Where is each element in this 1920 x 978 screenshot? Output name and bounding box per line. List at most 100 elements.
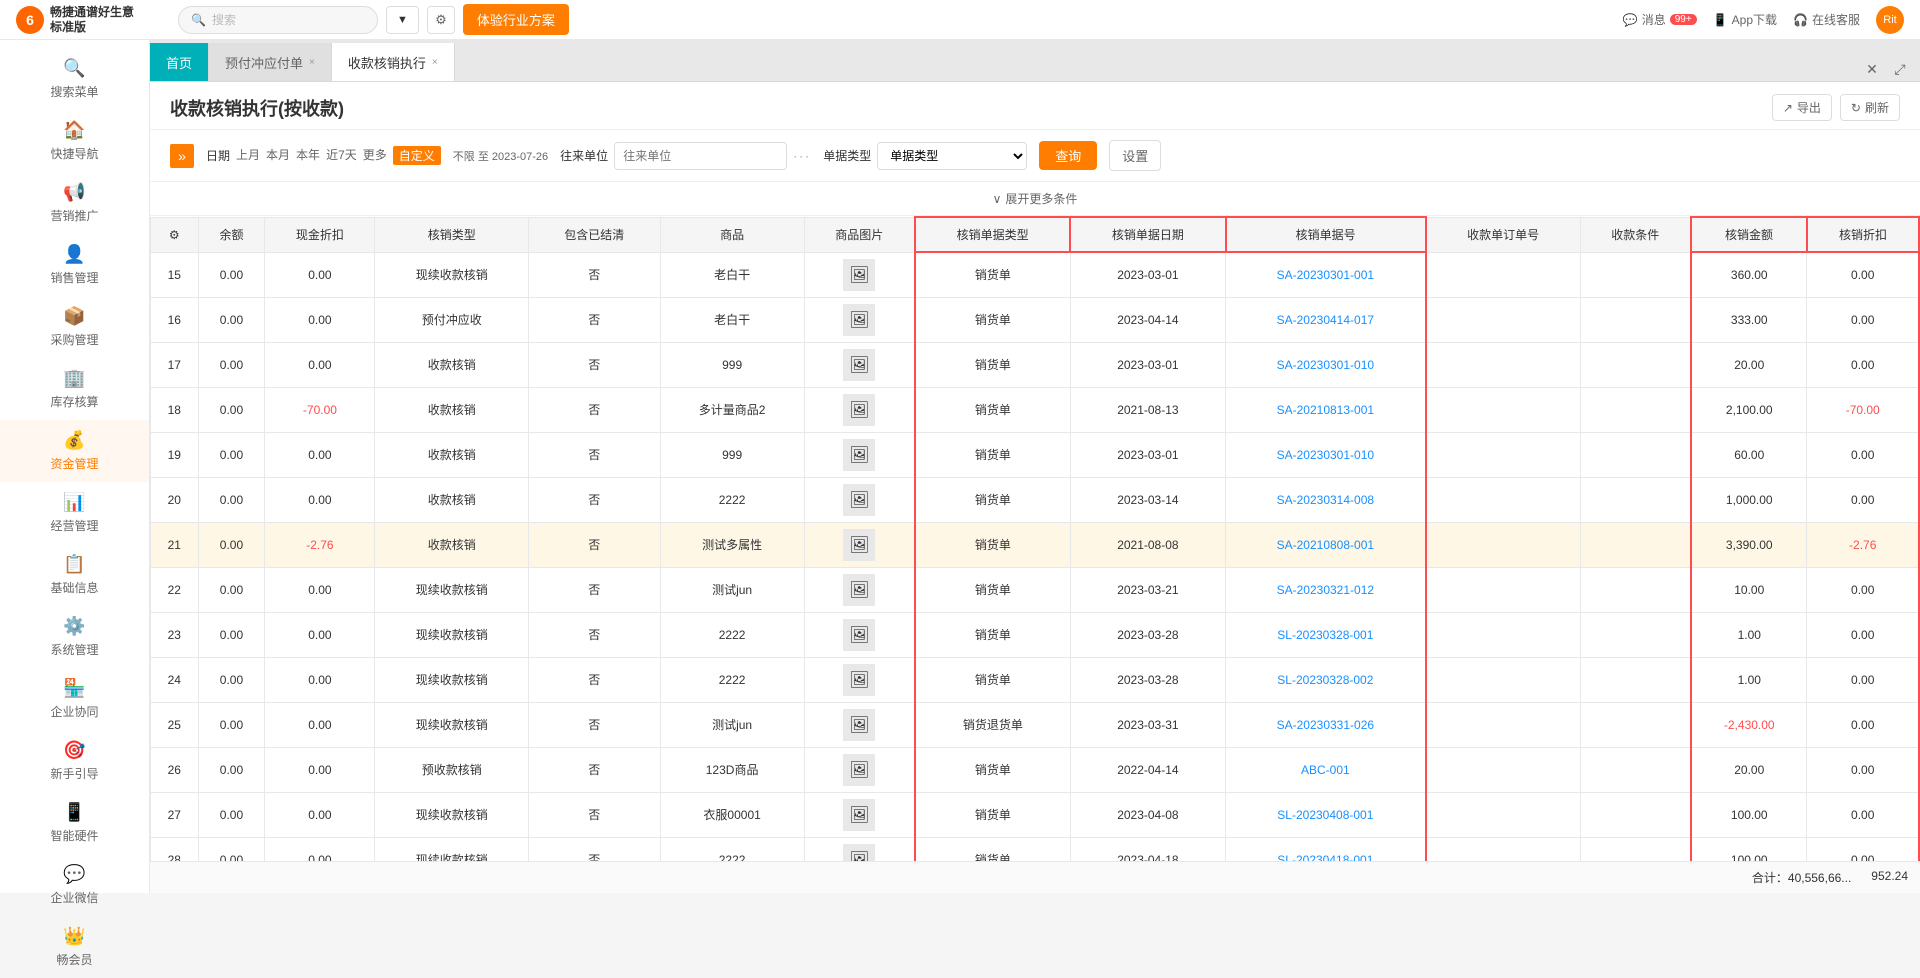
cell-cash-discount: 0.00 xyxy=(265,297,375,342)
query-btn[interactable]: 查询 xyxy=(1039,141,1097,170)
cell-cancel-bill-date: 2023-03-28 xyxy=(1070,657,1225,702)
cell-cash-discount: 0.00 xyxy=(265,612,375,657)
sidebar-item-finance[interactable]: 💰 资金管理 xyxy=(0,420,149,482)
cell-include-settled: 否 xyxy=(528,747,660,792)
filter-setting-btn[interactable]: 设置 xyxy=(1109,140,1161,171)
cell-goods-img: 🖼 xyxy=(804,522,915,567)
cell-cancel-amount: 100.00 xyxy=(1691,792,1807,837)
cell-cancel-amount: 2,100.00 xyxy=(1691,387,1807,432)
cell-cancel-bill-no[interactable]: SL-20230328-001 xyxy=(1226,612,1426,657)
sidebar-item-business[interactable]: 📊 经营管理 xyxy=(0,482,149,544)
export-btn[interactable]: ↗ 导出 xyxy=(1772,94,1832,121)
th-settings[interactable]: ⚙ xyxy=(151,217,199,252)
cell-cancel-bill-date: 2023-04-08 xyxy=(1070,792,1225,837)
date-this-year[interactable]: 本年 xyxy=(296,146,320,165)
sidebar-item-quicknav[interactable]: 🏠 快捷导航 xyxy=(0,110,149,172)
cell-cancel-bill-no[interactable]: SA-20210808-001 xyxy=(1226,522,1426,567)
sidebar-item-system[interactable]: ⚙️ 系统管理 xyxy=(0,606,149,668)
cell-cash-discount: -2.76 xyxy=(265,522,375,567)
sidebar-item-sales[interactable]: 👤 销售管理 xyxy=(0,234,149,296)
app-download-btn[interactable]: 📱 App下载 xyxy=(1713,11,1777,28)
cell-cash-discount: 0.00 xyxy=(265,657,375,702)
cell-cancel-bill-no[interactable]: SA-20230414-017 xyxy=(1226,297,1426,342)
expand-btn[interactable]: ∨ 展开更多条件 xyxy=(981,186,1090,211)
cell-cash-discount: -70.00 xyxy=(265,387,375,432)
sidebar-item-purchase[interactable]: 📦 采购管理 xyxy=(0,296,149,358)
cell-num: 26 xyxy=(151,747,199,792)
cell-cancel-bill-no[interactable]: SL-20230328-002 xyxy=(1226,657,1426,702)
cell-num: 17 xyxy=(151,342,199,387)
cell-receipt-condition xyxy=(1580,567,1691,612)
search-input[interactable]: 🔍 搜索 xyxy=(178,6,378,34)
cell-cancel-bill-no[interactable]: SA-20230301-010 xyxy=(1226,342,1426,387)
cell-cancel-bill-type: 销货单 xyxy=(915,342,1070,387)
smarthw-icon: 📱 xyxy=(63,802,85,823)
cell-cancel-bill-no[interactable]: SA-20230301-010 xyxy=(1226,432,1426,477)
cell-cancel-bill-no[interactable]: SA-20210813-001 xyxy=(1226,387,1426,432)
cell-cancel-bill-no[interactable]: ABC-001 xyxy=(1226,747,1426,792)
tab-prepay[interactable]: 预付冲应付单 × xyxy=(209,43,332,81)
date-this-month[interactable]: 本月 xyxy=(266,146,290,165)
cell-goods-img: 🖼 xyxy=(804,342,915,387)
settings-gear-btn[interactable]: ⚙ xyxy=(427,6,455,34)
cell-cancel-bill-no[interactable]: SL-20230418-001 xyxy=(1226,837,1426,861)
partner-input[interactable] xyxy=(614,142,787,170)
refresh-btn[interactable]: ↻ 刷新 xyxy=(1840,94,1900,121)
cell-goods: 老白干 xyxy=(660,252,804,297)
cell-num: 16 xyxy=(151,297,199,342)
cell-cancel-bill-type: 销货单 xyxy=(915,297,1070,342)
tab-bar: 首页 预付冲应付单 × 收款核销执行 × ✕ ⤢ xyxy=(150,40,1920,82)
cell-cancel-bill-type: 销货单 xyxy=(915,522,1070,567)
tab-receipt-cancel-close[interactable]: × xyxy=(432,57,438,68)
tab-prepay-close[interactable]: × xyxy=(309,57,315,68)
date-custom[interactable]: 自定义 xyxy=(393,146,441,165)
cell-cancel-bill-no[interactable]: SA-20230314-008 xyxy=(1226,477,1426,522)
basic-icon: 📋 xyxy=(63,554,85,575)
sidebar-item-member[interactable]: 👑 畅会员 xyxy=(0,916,149,978)
cell-receipt-order-no xyxy=(1426,297,1580,342)
cell-receipt-condition xyxy=(1580,657,1691,702)
tab-close-btn[interactable]: ✕ xyxy=(1860,57,1884,81)
sidebar-item-marketing[interactable]: 📢 营销推广 xyxy=(0,172,149,234)
refresh-icon: ↻ xyxy=(1851,101,1861,115)
tab-receipt-cancel[interactable]: 收款核销执行 × xyxy=(332,43,455,81)
cell-cancel-bill-no[interactable]: SA-20230331-026 xyxy=(1226,702,1426,747)
cell-cancel-bill-no[interactable]: SA-20230321-012 xyxy=(1226,567,1426,612)
solution-btn[interactable]: 体验行业方案 xyxy=(463,4,569,35)
sidebar-item-wechat[interactable]: 💬 企业微信 xyxy=(0,854,149,916)
cell-cancel-bill-type: 销货单 xyxy=(915,567,1070,612)
search-dropdown[interactable]: ▼ xyxy=(386,6,419,34)
filter-toggle-btn[interactable]: » xyxy=(170,144,194,168)
system-icon: ⚙️ xyxy=(63,616,85,637)
sidebar-item-newbie[interactable]: 🎯 新手引导 xyxy=(0,730,149,792)
sidebar-item-enterprise[interactable]: 🏪 企业协同 xyxy=(0,668,149,730)
sidebar-item-inventory[interactable]: 🏢 库存核算 xyxy=(0,358,149,420)
date-last-month[interactable]: 上月 xyxy=(236,146,260,165)
sidebar-item-smarthw[interactable]: 📱 智能硬件 xyxy=(0,792,149,854)
table-row: 15 0.00 0.00 现续收款核销 否 老白干 🖼 销货单 2023-03-… xyxy=(151,252,1920,297)
date-7days[interactable]: 近7天 xyxy=(326,146,357,165)
user-avatar[interactable]: Rit xyxy=(1876,6,1904,34)
cell-include-settled: 否 xyxy=(528,567,660,612)
date-more[interactable]: 更多 xyxy=(363,146,387,165)
cell-cancel-amount: 20.00 xyxy=(1691,342,1807,387)
cell-num: 20 xyxy=(151,477,199,522)
sidebar-item-basic[interactable]: 📋 基础信息 xyxy=(0,544,149,606)
bill-type-select[interactable]: 单据类型 xyxy=(877,142,1027,170)
tab-maximize-btn[interactable]: ⤢ xyxy=(1888,57,1912,81)
message-btn[interactable]: 💬 消息 99+ xyxy=(1623,11,1697,28)
cell-goods-img: 🖼 xyxy=(804,612,915,657)
cell-cancel-bill-no[interactable]: SA-20230301-001 xyxy=(1226,252,1426,297)
cell-cancel-bill-no[interactable]: SL-20230408-001 xyxy=(1226,792,1426,837)
cell-cancel-amount: 1.00 xyxy=(1691,612,1807,657)
table-footer: 合计：40,556,66... 952.24 xyxy=(150,861,1920,893)
table-container[interactable]: ⚙ 余额 现金折扣 核销类型 包含已结清 商品 商品图片 核销单据类型 核销单据… xyxy=(150,216,1920,861)
cell-cancel-amount: 3,390.00 xyxy=(1691,522,1807,567)
sidebar-item-search[interactable]: 🔍 搜索菜单 xyxy=(0,48,149,110)
th-cancel-bill-date: 核销单据日期 xyxy=(1070,217,1225,252)
online-service-btn[interactable]: 🎧 在线客服 xyxy=(1793,11,1860,28)
cell-receipt-condition xyxy=(1580,252,1691,297)
export-icon: ↗ xyxy=(1783,101,1793,115)
cell-cancel-discount: 0.00 xyxy=(1807,297,1919,342)
tab-home[interactable]: 首页 xyxy=(150,43,209,81)
